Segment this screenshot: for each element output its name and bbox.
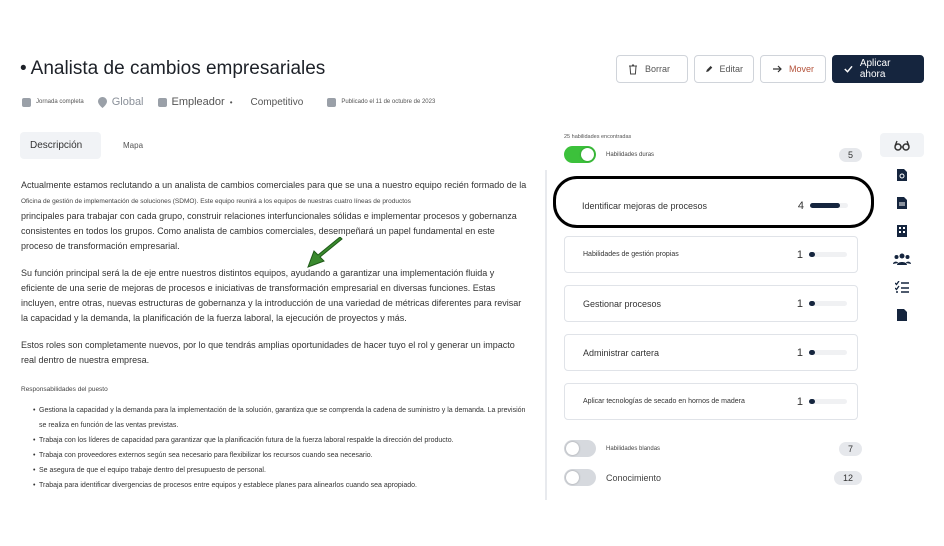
meta-employer: Empleador • [157,96,233,108]
action-bar: Borrar Editar Mover Aplicar ahora [616,55,924,83]
skill-card[interactable]: Gestionar procesos 1 [564,285,858,322]
skill-level: 1 [796,346,803,359]
file-icon[interactable] [880,305,924,325]
skill-level-bar [809,252,847,257]
published-text: Publicado el 11 de octubre de 2023 [341,99,436,105]
schedule-text: Jornada completa [36,99,84,105]
skill-name: Aplicar tecnologías de secado en hornos … [583,398,745,405]
soft-skills-label: Habilidades blandas [606,445,661,452]
description-paragraph-2: Su función principal será la de eje entr… [21,268,522,323]
edit-label: Editar [719,64,743,74]
tab-map[interactable]: Mapa [113,133,153,158]
skill-name: Administrar cartera [583,347,660,358]
job-title: • Analista de cambios empresariales [20,58,325,80]
tabs: Descripción Mapa [20,132,153,159]
delete-button[interactable]: Borrar [616,55,688,83]
p1-text: Actualmente estamos reclutando a un anal… [21,180,527,190]
building-icon[interactable] [880,221,924,241]
edit-button[interactable]: Editar [694,55,754,83]
trash-icon [629,64,637,75]
delete-label: Borrar [645,64,671,74]
skill-name: Habilidades de gestión propias [583,251,679,258]
hard-skills-toggle[interactable] [564,146,596,163]
list-item: Se asegura de que el equipo trabaje dent… [21,463,529,478]
skill-level-bar [809,399,847,404]
skill-card[interactable]: Administrar cartera 1 [564,334,858,371]
tab-description[interactable]: Descripción [20,132,101,159]
knowledge-toggle[interactable] [564,469,596,486]
annotation-arrow-icon [307,237,343,268]
skill-card[interactable]: Aplicar tecnologías de secado en hornos … [564,383,858,420]
skill-name: Gestionar procesos [583,298,662,309]
skill-level: 1 [796,248,803,261]
scroll-divider[interactable] [545,170,547,500]
move-button[interactable]: Mover [760,55,826,83]
meta-location: Global [97,96,144,108]
location-text: Global [111,96,144,108]
knowledge-count: 12 [833,470,862,485]
meta-published: Publicado el 11 de octubre de 2023 [327,97,436,107]
arrow-right-icon [773,65,782,73]
highlight-ring [553,176,874,228]
checklist-icon[interactable] [880,277,924,297]
list-item: Trabaja para identificar divergencias de… [21,478,529,493]
skill-level-bar [809,301,847,306]
list-item: Trabaja con los líderes de capacidad par… [21,433,529,448]
right-rail [880,133,924,325]
description-paragraph-3: Estos roles son completamente nuevos, po… [21,340,515,365]
job-description: Actualmente estamos reclutando a un anal… [21,178,529,493]
soft-skills-toggle[interactable] [564,440,596,457]
glasses-icon[interactable] [880,133,924,157]
knowledge-row: Conocimiento 12 [564,469,862,486]
apply-button[interactable]: Aplicar ahora [832,55,924,83]
meta-salary: Competitivo [251,97,304,108]
skill-level: 1 [796,297,803,310]
employer-dot: • [229,97,233,107]
meta-schedule: Jornada completa [22,97,84,107]
description-paragraph-1: Actualmente estamos reclutando a un anal… [21,178,529,254]
briefcase-icon [22,97,31,107]
building-icon [157,97,167,107]
soft-skills-row: Habilidades blandas 7 [564,440,862,457]
location-pin-icon [97,96,107,108]
title-bullet: • [20,58,27,79]
list-item: Trabaja con proveedores externos según s… [21,448,529,463]
employer-text: Empleador [171,96,225,108]
p1-rest-text: principales para trabajar con cada grupo… [21,211,517,251]
knowledge-label: Conocimiento [606,472,662,483]
p1-small-text: Oficina de gestión de implementación de … [21,198,411,205]
responsibilities-list: Gestiona la capacidad y la demanda para … [21,403,529,493]
search-doc-icon[interactable] [880,165,924,185]
skill-card[interactable]: Habilidades de gestión propias 1 [564,236,858,273]
job-title-text: Analista de cambios empresariales [30,58,326,79]
hard-skills-row: Habilidades duras 5 [564,146,862,163]
people-icon[interactable] [880,249,924,269]
hard-skills-count: 5 [838,147,862,162]
move-label: Mover [789,64,815,74]
skills-found-label: 25 habilidades encontradas [564,134,632,140]
salary-text: Competitivo [250,96,304,108]
document-icon[interactable] [880,193,924,213]
skill-level-bar [809,350,847,355]
calendar-icon [327,97,337,107]
soft-skills-count: 7 [838,441,862,456]
check-icon [844,65,853,73]
list-item: Gestiona la capacidad y la demanda para … [21,403,529,433]
hard-skills-label: Habilidades duras [606,151,655,158]
apply-label: Aplicar ahora [859,58,891,80]
job-meta: Jornada completa Global Empleador • Comp… [22,96,435,108]
skill-level: 1 [796,395,803,408]
responsibilities-title: Responsabilidades del puesto [21,386,108,393]
pencil-icon [706,65,713,73]
